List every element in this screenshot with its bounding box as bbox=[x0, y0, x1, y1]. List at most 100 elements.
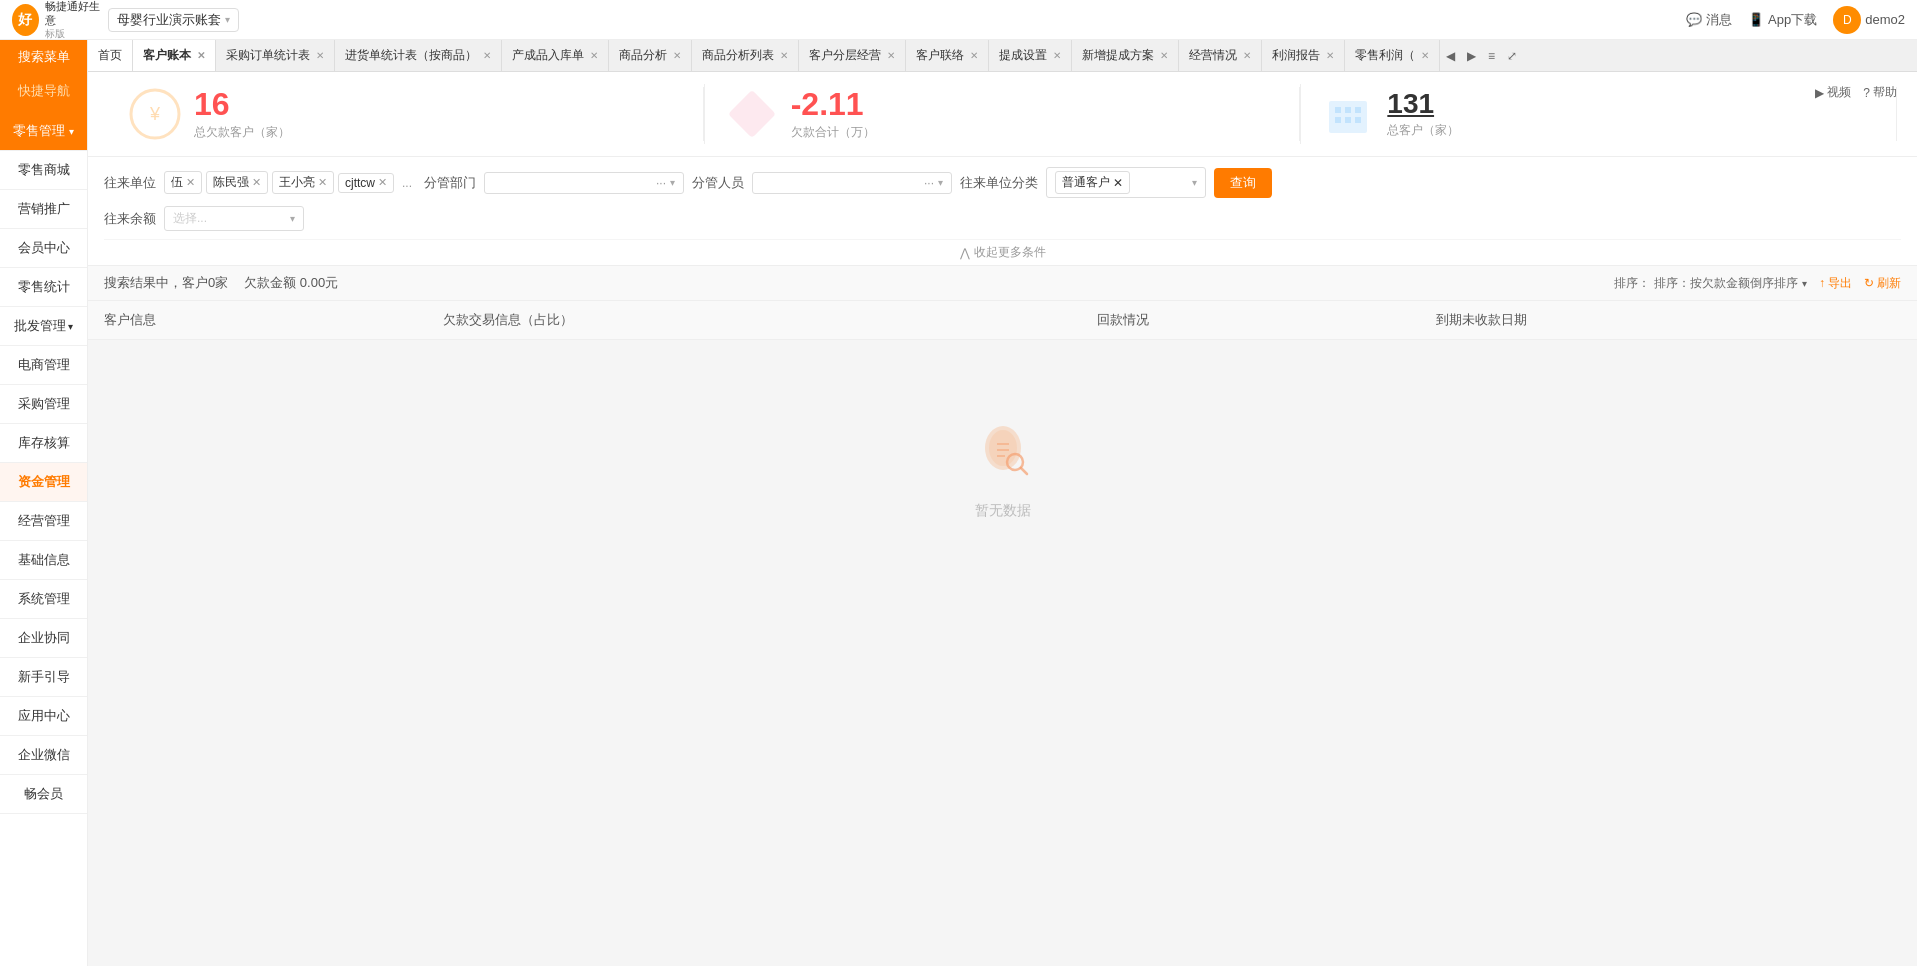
remove-tag-wu[interactable]: ✕ bbox=[186, 176, 195, 189]
stats-bar: ¥ 16 总欠款客户（家） -2.11 欠款合计（万） bbox=[88, 72, 1917, 157]
industry-selector[interactable]: 母婴行业演示账套 ▾ bbox=[108, 8, 239, 32]
filter-tag-wu[interactable]: 伍 ✕ bbox=[164, 171, 202, 194]
stat-debt-amount-text: -2.11 欠款合计（万） bbox=[791, 88, 875, 141]
remove-tag-cjttcw[interactable]: ✕ bbox=[378, 176, 387, 189]
sidebar-item-purchase-mgmt[interactable]: 采购管理 bbox=[0, 385, 87, 424]
unit-cat-selector[interactable]: 普通客户 ✕ ▾ bbox=[1046, 167, 1206, 198]
dept-dots: ··· bbox=[656, 176, 666, 190]
tab-close-icon[interactable]: ✕ bbox=[316, 50, 324, 61]
remove-unit-cat[interactable]: ✕ bbox=[1113, 176, 1123, 190]
sidebar-item-marketing[interactable]: 营销推广 bbox=[0, 190, 87, 229]
tab-product-analysis-list[interactable]: 商品分析列表 ✕ bbox=[692, 40, 799, 71]
tab-retail-profit[interactable]: 零售利润（ ✕ bbox=[1345, 40, 1440, 71]
video-btn[interactable]: ▶ 视频 bbox=[1815, 84, 1851, 101]
sidebar-item-app-center[interactable]: 应用中心 bbox=[0, 697, 87, 736]
sidebar-search[interactable]: 搜索菜单 bbox=[0, 40, 87, 74]
tab-profit-report[interactable]: 利润报告 ✕ bbox=[1262, 40, 1345, 71]
tab-add-commission-plan[interactable]: 新增提成方案 ✕ bbox=[1072, 40, 1179, 71]
sidebar-item-inventory[interactable]: 库存核算 bbox=[0, 424, 87, 463]
user-menu[interactable]: D demo2 bbox=[1833, 6, 1905, 34]
main-layout: 搜索菜单 快捷导航 零售管理 ▾ 零售商城 营销推广 会员中心 零售统计 批发管… bbox=[0, 40, 1917, 966]
tab-close-icon[interactable]: ✕ bbox=[590, 50, 598, 61]
filter-tag-chen[interactable]: 陈民强 ✕ bbox=[206, 171, 268, 194]
col-overdue-date: 到期未收款日期 bbox=[1420, 301, 1917, 340]
sidebar-item-retail-mall[interactable]: 零售商城 bbox=[0, 151, 87, 190]
tab-home[interactable]: 首页 bbox=[88, 40, 133, 71]
dept-selector[interactable]: ··· ▾ bbox=[484, 172, 684, 194]
collapse-bar[interactable]: ⋀ 收起更多条件 bbox=[104, 239, 1901, 265]
tab-close-icon[interactable]: ✕ bbox=[780, 50, 788, 61]
table-header-row: 客户信息 欠款交易信息（占比） 回款情况 到期未收款日期 bbox=[88, 301, 1917, 340]
tab-close-icon[interactable]: ✕ bbox=[887, 50, 895, 61]
sidebar-item-retail-mgmt[interactable]: 零售管理 ▾ bbox=[0, 112, 87, 151]
app-download-btn[interactable]: 📱 App下载 bbox=[1748, 11, 1817, 29]
tab-commission-settings[interactable]: 提成设置 ✕ bbox=[989, 40, 1072, 71]
balance-selector[interactable]: 选择... ▾ bbox=[164, 206, 304, 231]
tab-expand-btn[interactable]: ⤢ bbox=[1501, 40, 1523, 71]
person-selector[interactable]: ··· ▾ bbox=[752, 172, 952, 194]
tab-close-icon[interactable]: ✕ bbox=[483, 50, 491, 61]
sidebar-item-vip-member[interactable]: 畅会员 bbox=[0, 775, 87, 814]
sidebar-item-finance-mgmt[interactable]: 资金管理 bbox=[0, 463, 87, 502]
filter-row-1: 往来单位 伍 ✕ 陈民强 ✕ 王小亮 ✕ cjttcw ✕ ... 分管部门 ·… bbox=[104, 167, 1901, 198]
refresh-icon: ↻ bbox=[1864, 276, 1874, 290]
tab-close-icon[interactable]: ✕ bbox=[1421, 50, 1429, 61]
tab-close-icon[interactable]: ✕ bbox=[197, 50, 205, 61]
remove-tag-wang[interactable]: ✕ bbox=[318, 176, 327, 189]
messages-btn[interactable]: 💬 消息 bbox=[1686, 11, 1732, 29]
sidebar-item-retail-stats[interactable]: 零售统计 bbox=[0, 268, 87, 307]
tab-import-stats-by-product[interactable]: 进货单统计表（按商品） ✕ bbox=[335, 40, 502, 71]
tab-next-btn[interactable]: ▶ bbox=[1461, 40, 1482, 71]
owner-unit-tags: 伍 ✕ 陈民强 ✕ 王小亮 ✕ cjttcw ✕ ... bbox=[164, 171, 416, 194]
remove-tag-chen[interactable]: ✕ bbox=[252, 176, 261, 189]
logo-icon: 好 bbox=[12, 4, 39, 36]
top-bar-left: 好 畅捷通好生意 标版 母婴行业演示账套 ▾ bbox=[12, 0, 239, 40]
balance-chevron-icon: ▾ bbox=[290, 213, 295, 224]
tab-product-analysis[interactable]: 商品分析 ✕ bbox=[609, 40, 692, 71]
sidebar-item-system-mgmt[interactable]: 系统管理 bbox=[0, 580, 87, 619]
stat-total-customers: 131 总客户（家） bbox=[1301, 87, 1897, 141]
debt-customers-icon: ¥ bbox=[128, 87, 182, 141]
filter-tag-wang[interactable]: 王小亮 ✕ bbox=[272, 171, 334, 194]
tab-close-icon[interactable]: ✕ bbox=[1053, 50, 1061, 61]
refresh-button[interactable]: ↻ 刷新 bbox=[1864, 275, 1901, 292]
tab-close-icon[interactable]: ✕ bbox=[673, 50, 681, 61]
query-button[interactable]: 查询 bbox=[1214, 168, 1272, 198]
tab-operations[interactable]: 经营情况 ✕ bbox=[1179, 40, 1262, 71]
tab-close-icon[interactable]: ✕ bbox=[970, 50, 978, 61]
sidebar-item-operation-mgmt[interactable]: 经营管理 bbox=[0, 502, 87, 541]
debt-icon-svg bbox=[725, 87, 779, 141]
sidebar-item-enterprise-coop[interactable]: 企业协同 bbox=[0, 619, 87, 658]
table-empty-row: 暂无数据 bbox=[88, 340, 1917, 591]
filter-more-tags[interactable]: ... bbox=[398, 174, 416, 192]
export-icon: ↑ bbox=[1819, 276, 1825, 290]
sidebar-item-member-center[interactable]: 会员中心 bbox=[0, 229, 87, 268]
tab-close-icon[interactable]: ✕ bbox=[1243, 50, 1251, 61]
tab-customer-accounts[interactable]: 客户账本 ✕ bbox=[133, 40, 216, 71]
tab-close-icon[interactable]: ✕ bbox=[1326, 50, 1334, 61]
tab-menu-btn[interactable]: ≡ bbox=[1482, 40, 1501, 71]
top-bar-right: 💬 消息 📱 App下载 D demo2 bbox=[1686, 6, 1905, 34]
tab-customer-segment[interactable]: 客户分层经营 ✕ bbox=[799, 40, 906, 71]
col-repayment: 回款情况 bbox=[1081, 301, 1420, 340]
sidebar-item-enterprise-wechat[interactable]: 企业微信 bbox=[0, 736, 87, 775]
tab-purchase-order-stats[interactable]: 采购订单统计表 ✕ bbox=[216, 40, 335, 71]
debt-customers-label: 总欠款客户（家） bbox=[194, 124, 290, 141]
help-btn[interactable]: ? 帮助 bbox=[1863, 84, 1897, 101]
empty-state: 暂无数据 bbox=[104, 350, 1901, 580]
tab-close-icon[interactable]: ✕ bbox=[1160, 50, 1168, 61]
play-icon: ▶ bbox=[1815, 86, 1824, 100]
sidebar-item-basic-info[interactable]: 基础信息 bbox=[0, 541, 87, 580]
export-button[interactable]: ↑ 导出 bbox=[1819, 275, 1852, 292]
filter-area: 往来单位 伍 ✕ 陈民强 ✕ 王小亮 ✕ cjttcw ✕ ... 分管部门 ·… bbox=[88, 157, 1917, 266]
unit-cat-tag[interactable]: 普通客户 ✕ bbox=[1055, 171, 1130, 194]
tab-production-inbound[interactable]: 产成品入库单 ✕ bbox=[502, 40, 609, 71]
sidebar-item-ecommerce-mgmt[interactable]: 电商管理 bbox=[0, 346, 87, 385]
sidebar-item-new-guide[interactable]: 新手引导 bbox=[0, 658, 87, 697]
filter-tag-cjttcw[interactable]: cjttcw ✕ bbox=[338, 173, 394, 193]
tab-customer-contact[interactable]: 客户联络 ✕ bbox=[906, 40, 989, 71]
sort-selector[interactable]: 排序： 排序：按欠款金额倒序排序 ▾ bbox=[1614, 275, 1807, 292]
sidebar-item-quick-nav[interactable]: 快捷导航 bbox=[6, 78, 81, 104]
tab-prev-btn[interactable]: ◀ bbox=[1440, 40, 1461, 71]
sidebar-item-wholesale-mgmt[interactable]: 批发管理 ▾ bbox=[0, 307, 87, 346]
